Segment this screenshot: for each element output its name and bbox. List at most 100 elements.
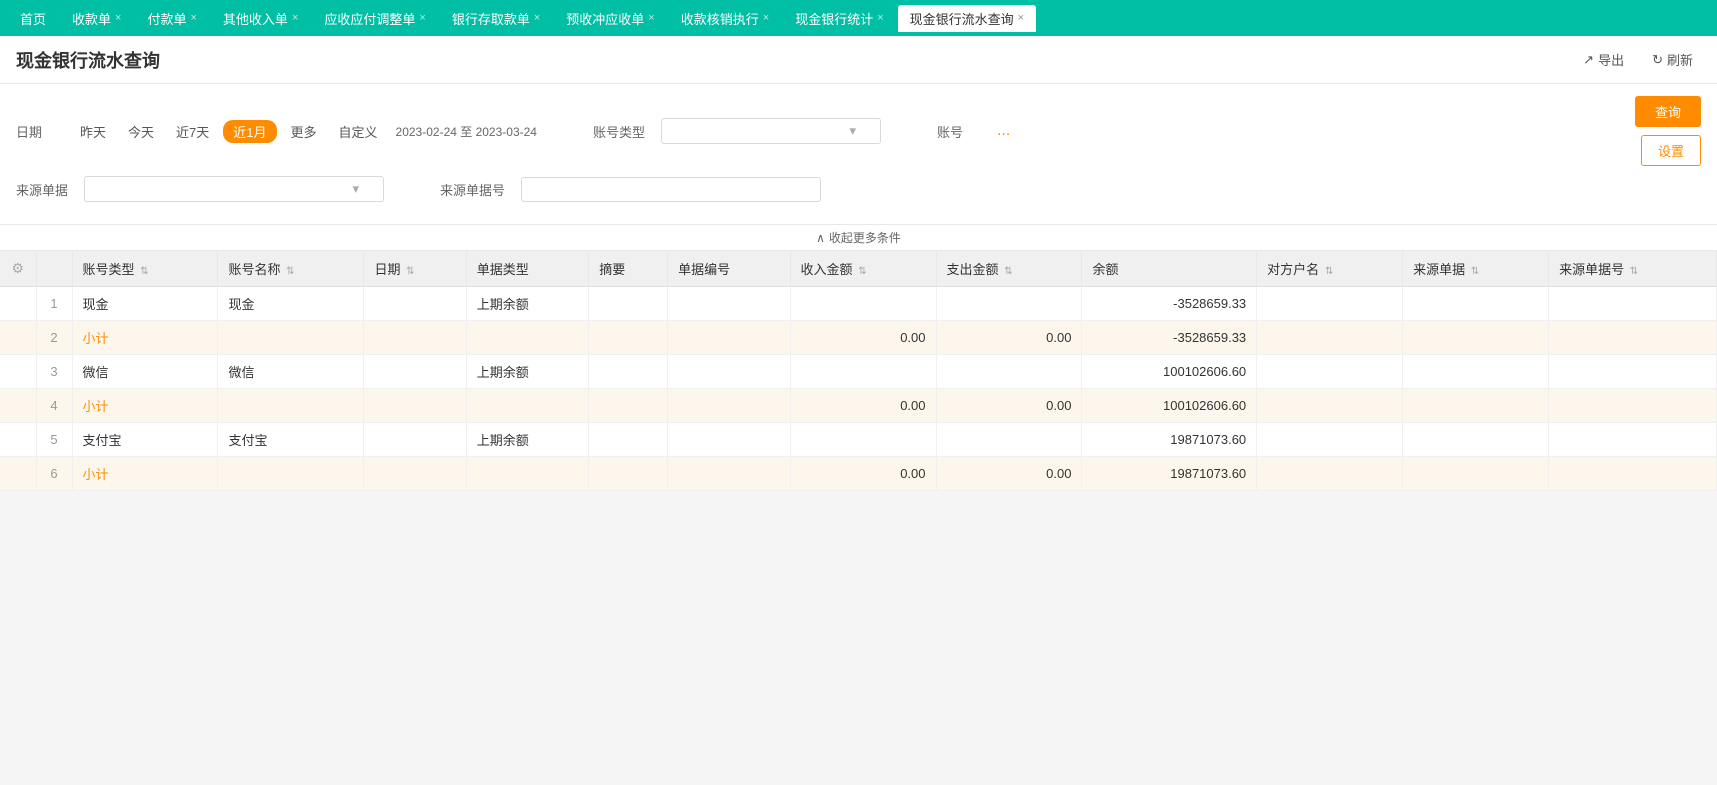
close-icon[interactable]: × — [115, 12, 121, 24]
table-cell — [364, 355, 466, 389]
filter-row-2: 来源单据 ▾ 来源单据号 — [16, 176, 1701, 202]
date-label: 日期 — [16, 122, 56, 141]
table-cell: 0.00 — [936, 321, 1082, 355]
close-icon[interactable]: × — [648, 12, 654, 24]
setting-button[interactable]: 设置 — [1641, 135, 1701, 166]
nav-item-bank-stats[interactable]: 现金银行统计 × — [783, 5, 895, 32]
table-cell: 0.00 — [790, 457, 936, 491]
table-cell — [668, 287, 790, 321]
nav-item-bank-flow[interactable]: 现金银行流水查询 × — [898, 5, 1036, 32]
th-date[interactable]: 日期 ⇅ — [364, 251, 466, 287]
chevron-down-icon: ▾ — [352, 181, 359, 197]
refresh-icon: ↻ — [1652, 52, 1663, 68]
th-account-type[interactable]: 账号类型 ⇅ — [72, 251, 218, 287]
table-cell: 100102606.60 — [1082, 389, 1257, 423]
th-source-doc[interactable]: 来源单据 ⇅ — [1403, 251, 1549, 287]
table-row: 5支付宝支付宝上期余额19871073.60 — [0, 423, 1717, 457]
source-doc-select[interactable]: ▾ — [84, 176, 384, 202]
action-buttons: 查询 设置 — [1635, 96, 1701, 166]
gear-icon[interactable]: ⚙ — [11, 260, 24, 276]
table-cell: 5 — [36, 423, 72, 457]
table-cell — [0, 355, 36, 389]
th-no — [36, 251, 72, 287]
table-container: ⚙ 账号类型 ⇅ 账号名称 ⇅ 日期 ⇅ 单据类型 — [0, 251, 1717, 491]
table-body: 1现金现金上期余额-3528659.332小计0.000.00-3528659.… — [0, 287, 1717, 491]
table-cell — [589, 389, 668, 423]
table-cell: 小计 — [72, 321, 218, 355]
table-cell: 0.00 — [790, 389, 936, 423]
account-type-select[interactable]: ▾ — [661, 118, 881, 144]
date-opt-today[interactable]: 今天 — [120, 120, 162, 143]
nav-item-payment[interactable]: 付款单 × — [135, 5, 208, 32]
close-icon[interactable]: × — [763, 12, 769, 24]
table-cell — [936, 355, 1082, 389]
table-cell: 19871073.60 — [1082, 423, 1257, 457]
nav-item-receipt[interactable]: 收款单 × — [60, 5, 133, 32]
th-gear: ⚙ — [0, 251, 36, 287]
date-opt-custom[interactable]: 自定义 — [331, 120, 386, 143]
close-icon[interactable]: × — [877, 12, 883, 24]
table-cell — [1549, 389, 1717, 423]
table-row: 4小计0.000.00100102606.60 — [0, 389, 1717, 423]
sort-icon: ⇅ — [1630, 266, 1638, 277]
table-cell — [668, 355, 790, 389]
table-cell — [790, 355, 936, 389]
source-doc-num-input[interactable] — [521, 177, 821, 202]
table-cell — [1549, 287, 1717, 321]
table-cell — [364, 423, 466, 457]
account-label: 账号 — [937, 122, 977, 141]
th-doc-no: 单据编号 — [668, 251, 790, 287]
nav-item-adjustment[interactable]: 应收应付调整单 × — [312, 5, 437, 32]
table-cell: 上期余额 — [466, 287, 588, 321]
query-button[interactable]: 查询 — [1635, 96, 1701, 127]
table-cell — [364, 287, 466, 321]
refresh-button[interactable]: ↻ 刷新 — [1644, 46, 1701, 73]
date-opt-7days[interactable]: 近7天 — [168, 120, 217, 143]
nav-item-prepay[interactable]: 预收冲应收单 × — [554, 5, 666, 32]
date-opt-yesterday[interactable]: 昨天 — [72, 120, 114, 143]
date-opt-1month[interactable]: 近1月 — [223, 120, 276, 143]
page-header: 现金银行流水查询 ↗ 导出 ↻ 刷新 — [0, 36, 1717, 84]
collapse-row[interactable]: ∧ 收起更多条件 — [0, 225, 1717, 251]
table-cell — [1257, 423, 1403, 457]
table-cell — [1257, 321, 1403, 355]
nav-item-home[interactable]: 首页 — [8, 5, 58, 32]
th-account-name[interactable]: 账号名称 ⇅ — [218, 251, 364, 287]
th-expense[interactable]: 支出金额 ⇅ — [936, 251, 1082, 287]
table-cell — [0, 321, 36, 355]
table-cell — [790, 287, 936, 321]
table-cell — [466, 389, 588, 423]
table-cell: 100102606.60 — [1082, 355, 1257, 389]
close-icon[interactable]: × — [534, 12, 540, 24]
table-cell — [364, 457, 466, 491]
date-opt-more[interactable]: 更多 — [283, 120, 325, 143]
table-cell — [668, 321, 790, 355]
th-income[interactable]: 收入金额 ⇅ — [790, 251, 936, 287]
sort-icon: ⇅ — [140, 266, 148, 277]
table-cell: -3528659.33 — [1082, 287, 1257, 321]
table-cell — [1257, 457, 1403, 491]
table-header-row: ⚙ 账号类型 ⇅ 账号名称 ⇅ 日期 ⇅ 单据类型 — [0, 251, 1717, 287]
close-icon[interactable]: × — [1018, 12, 1024, 24]
sort-icon: ⇅ — [406, 266, 414, 277]
table-cell — [466, 457, 588, 491]
table-cell — [364, 321, 466, 355]
nav-item-bank-deposit[interactable]: 银行存取款单 × — [440, 5, 552, 32]
th-source-doc-no[interactable]: 来源单据号 ⇅ — [1549, 251, 1717, 287]
sort-icon: ⇅ — [1325, 266, 1333, 277]
table-cell: 小计 — [72, 457, 218, 491]
nav-item-collection[interactable]: 收款核销执行 × — [669, 5, 781, 32]
data-table: ⚙ 账号类型 ⇅ 账号名称 ⇅ 日期 ⇅ 单据类型 — [0, 251, 1717, 491]
export-button[interactable]: ↗ 导出 — [1575, 46, 1632, 73]
table-cell: 0.00 — [790, 321, 936, 355]
nav-item-other-income[interactable]: 其他收入单 × — [211, 5, 310, 32]
th-counterpart[interactable]: 对方户名 ⇅ — [1257, 251, 1403, 287]
close-icon[interactable]: × — [190, 12, 196, 24]
close-icon[interactable]: × — [292, 12, 298, 24]
th-balance: 余额 — [1082, 251, 1257, 287]
account-type-label: 账号类型 — [593, 122, 645, 141]
table-cell — [589, 355, 668, 389]
account-ellipsis-button[interactable]: ... — [993, 118, 1014, 144]
close-icon[interactable]: × — [419, 12, 425, 24]
table-cell — [1257, 389, 1403, 423]
